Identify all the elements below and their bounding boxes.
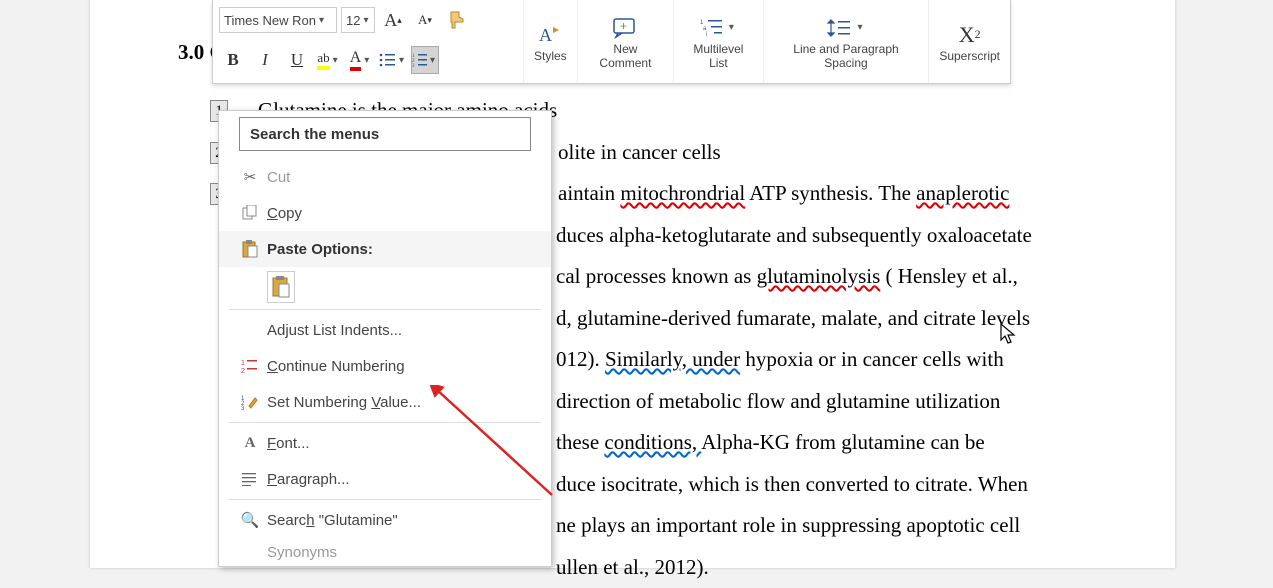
paragraph-icon: [233, 472, 267, 486]
search-icon: 🔍: [233, 511, 267, 529]
italic-button[interactable]: I: [251, 46, 279, 74]
font-color-button[interactable]: A▾: [347, 46, 375, 74]
context-menu: ✂ Cut Copy Paste Options: Adjust List In…: [218, 110, 552, 567]
font-name-select[interactable]: Times New Ron▾: [219, 7, 337, 33]
svg-text:3: 3: [412, 64, 415, 67]
chevron-down-icon[interactable]: ▾: [360, 15, 371, 26]
styles-button[interactable]: A Styles: [523, 0, 577, 83]
superscript-label: Superscript: [939, 49, 1000, 63]
paste-keep-source-button[interactable]: [267, 271, 295, 303]
multilevel-list-button[interactable]: 1ai▾ Multilevel List: [673, 0, 763, 83]
continue-numbering-icon: 12: [233, 358, 267, 374]
superscript-button[interactable]: X2 Superscript: [928, 0, 1010, 83]
font-item[interactable]: A Font...: [219, 425, 551, 461]
svg-text:2: 2: [241, 368, 245, 374]
paste-options-header: Paste Options:: [219, 231, 551, 267]
multilevel-label: Multilevel List: [684, 42, 753, 70]
paste-options-row: [219, 267, 551, 307]
comment-icon: +: [612, 14, 638, 42]
svg-text:+: +: [620, 19, 627, 33]
font-icon: A: [233, 435, 267, 452]
line-spacing-button[interactable]: ▾ Line and Paragraph Spacing: [763, 0, 929, 83]
svg-text:A: A: [539, 25, 552, 45]
svg-text:i: i: [706, 32, 707, 38]
synonyms-item[interactable]: Synonyms: [219, 538, 551, 566]
separator: [229, 499, 541, 500]
grow-font-button[interactable]: A▴: [379, 6, 407, 34]
svg-text:3: 3: [241, 406, 245, 410]
separator: [229, 309, 541, 310]
bullets-button[interactable]: ▾: [379, 46, 407, 74]
bold-button[interactable]: B: [219, 46, 247, 74]
cut-item: ✂ Cut: [219, 159, 551, 195]
search-item[interactable]: 🔍 Search "Glutamine": [219, 502, 551, 538]
new-comment-label: New Comment: [588, 42, 663, 70]
spacing-icon: ▾: [826, 14, 865, 42]
superscript-icon: X2: [959, 21, 981, 49]
cut-icon: ✂: [233, 168, 267, 186]
adjust-list-indents-item[interactable]: Adjust List Indents...: [219, 312, 551, 348]
list-item-text: olite in cancer cells: [558, 140, 721, 164]
font-name-value: Times New Ron: [224, 13, 316, 28]
paste-icon: [233, 240, 267, 258]
list-item-text: aintain mitochrondrial ATP synthesis. Th…: [558, 181, 1009, 205]
paragraph-item[interactable]: Paragraph...: [219, 461, 551, 497]
spacing-label: Line and Paragraph Spacing: [774, 42, 919, 70]
new-comment-button[interactable]: + New Comment: [577, 0, 673, 83]
copy-icon: [233, 205, 267, 221]
font-size-select[interactable]: 12▾: [341, 7, 375, 33]
highlight-button[interactable]: ab▾: [315, 46, 343, 74]
underline-button[interactable]: U: [283, 46, 311, 74]
set-numbering-value-item[interactable]: 123 Set Numbering Value...: [219, 384, 551, 420]
shrink-font-button[interactable]: A▾: [411, 6, 439, 34]
styles-label: Styles: [534, 49, 567, 63]
set-numbering-icon: 123: [233, 394, 267, 410]
font-size-value: 12: [346, 13, 360, 28]
continue-numbering-item[interactable]: 12 Continue Numbering: [219, 348, 551, 384]
svg-text:1: 1: [241, 360, 245, 367]
menu-search[interactable]: [239, 117, 531, 151]
chevron-down-icon[interactable]: ▾: [316, 15, 327, 26]
numbering-button[interactable]: 123▾: [411, 46, 439, 74]
copy-item[interactable]: Copy: [219, 195, 551, 231]
styles-icon: A: [537, 21, 563, 49]
separator: [229, 422, 541, 423]
format-painter-button[interactable]: [443, 6, 471, 34]
mini-toolbar: Times New Ron▾ 12▾ A▴ A▾ B I U ab▾ A▾ ▾ …: [212, 0, 1011, 84]
menu-search-input[interactable]: [239, 117, 531, 151]
multilevel-list-icon: 1ai▾: [700, 14, 737, 42]
